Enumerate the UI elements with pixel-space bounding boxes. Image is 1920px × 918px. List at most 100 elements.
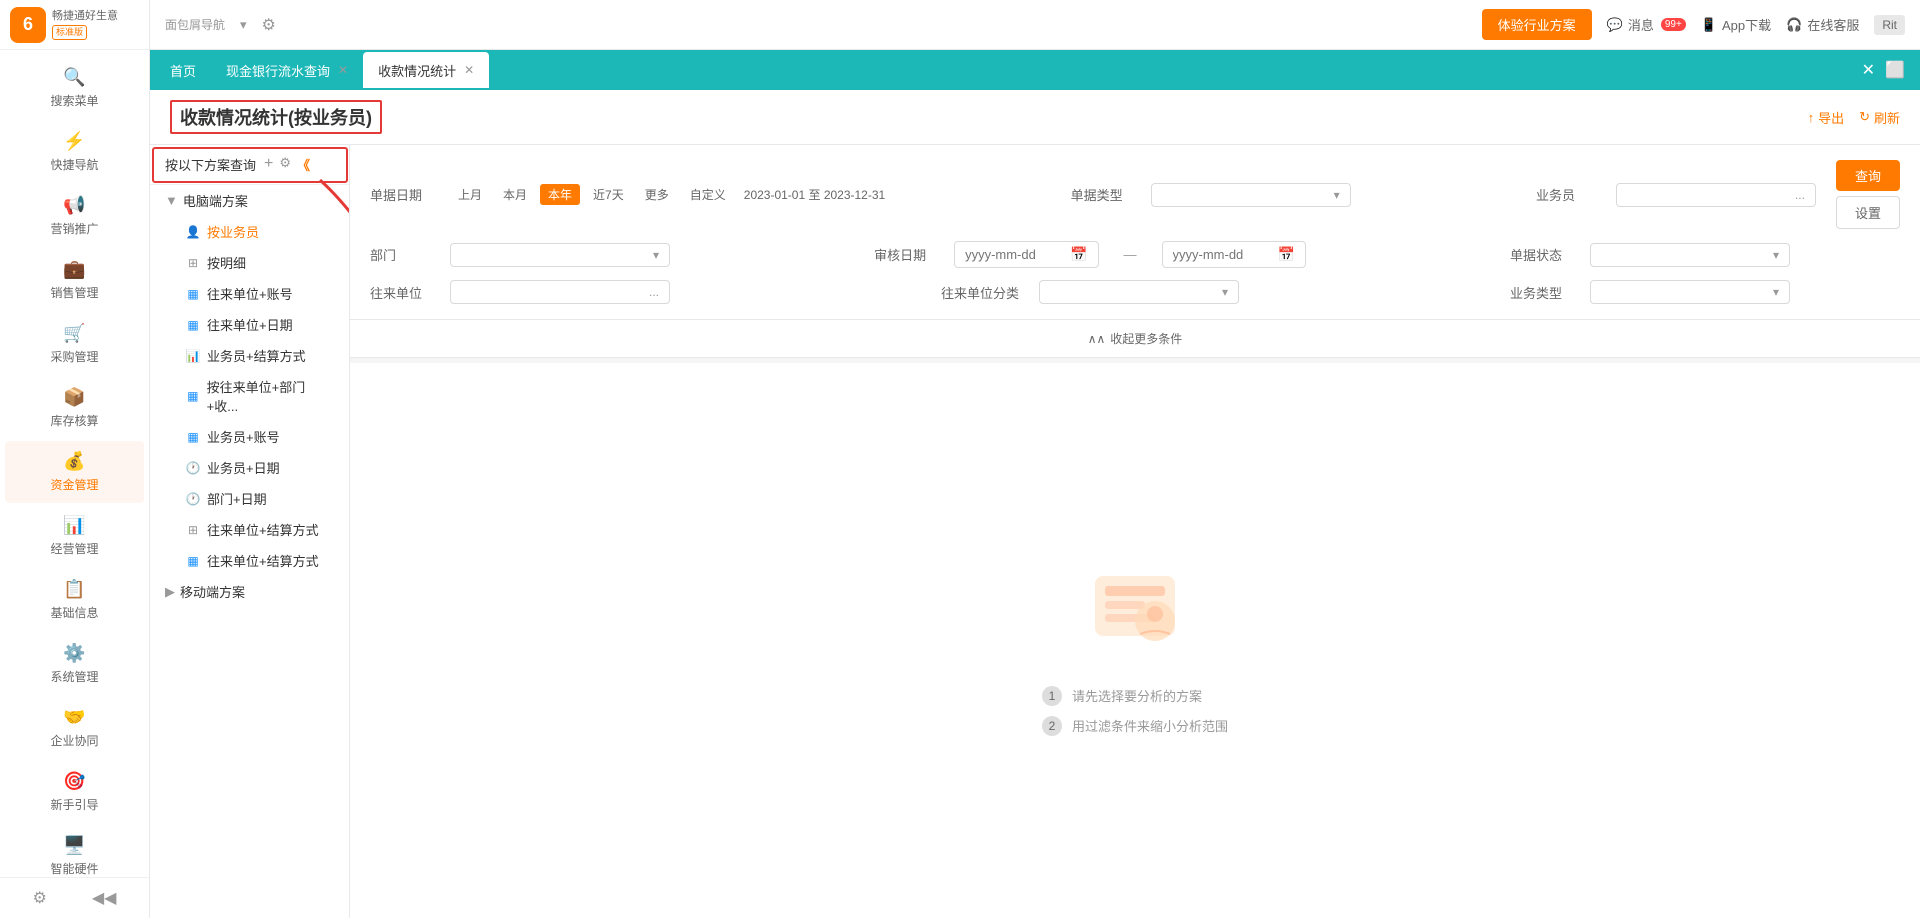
tree-pc-toggle[interactable]: ▼ 电脑端方案 [150,185,349,216]
clock-icon2: 🕐 [185,491,201,507]
salesperson-arrow: ... [1795,188,1805,202]
sidebar-item-label: 搜索菜单 [50,92,98,109]
sidebar-item-label: 系统管理 [50,668,98,685]
review-date-start-input[interactable] [965,247,1065,262]
tree-leaf-unit-settle1[interactable]: ⊞ 往来单位+结算方式 [160,514,349,545]
online-service-label: 在线客服 [1807,15,1859,34]
tab-receipt-stats[interactable]: 收款情况统计 ✕ [363,52,489,88]
tree-leaf-dept-date[interactable]: 🕐 部门+日期 [160,483,349,514]
system-icon: ⚙️ [63,643,85,664]
topbar-settings-icon[interactable]: ⚙ [262,15,276,35]
sidebar-item-sales[interactable]: 💼 销售管理 [5,249,144,311]
date-tab-7days[interactable]: 近7天 [585,184,632,205]
collapse-more-bar[interactable]: ∧∧ 收起更多条件 [350,320,1920,358]
counterparty-cat-select[interactable]: ▾ [1039,280,1239,304]
leaf-label: 按业务员 [207,222,259,241]
scheme-settings-btn[interactable]: ⚙ [279,155,291,174]
sidebar-item-system[interactable]: ⚙️ 系统管理 [5,633,144,695]
tab-bank-query[interactable]: 现金银行流水查询 ✕ [211,52,363,88]
logo-area: 6 畅捷通好生意 标准版 [0,0,149,50]
tree-leaf-sales-account[interactable]: ▦ 业务员+账号 [160,421,349,452]
left-panel-header: 按以下方案查询 + ⚙ 《 [150,145,349,185]
query-buttons: 查询 设置 [1836,160,1900,229]
sidebar-item-inventory[interactable]: 📦 库存核算 [5,377,144,439]
counterparty-select[interactable]: ... [450,280,670,304]
tree-mobile-toggle[interactable]: ▶ 移动端方案 [150,576,349,607]
dept-select[interactable]: ▾ [450,243,670,267]
footer-collapse-btn[interactable]: ◀◀ [92,888,117,908]
sidebar-item-finance[interactable]: 💰 资金管理 [5,441,144,503]
counterparty-more-btn[interactable]: ... [649,285,659,299]
refresh-icon: ↻ [1859,109,1870,125]
salesperson-label: 业务员 [1536,185,1596,204]
tree-leaf-detail[interactable]: ⊞ 按明细 [160,247,349,278]
counterparty-cat-arrow: ▾ [1222,285,1228,299]
purchase-icon: 🛒 [63,323,85,344]
tree-pc-section: ▼ 电脑端方案 👤 按业务员 ⊞ 按明细 [150,185,349,576]
tab-bank-close[interactable]: ✕ [338,63,348,77]
sidebar-item-collab[interactable]: 🤝 企业协同 [5,697,144,759]
tree-leaf-unit-date[interactable]: ▦ 往来单位+日期 [160,309,349,340]
page-header: 收款情况统计(按业务员) ↑ 导出 ↻ 刷新 [150,90,1920,145]
online-service-item[interactable]: 🎧 在线客服 [1786,15,1859,34]
empty-steps: 1 请先选择要分析的方案 2 用过滤条件来缩小分析范围 [1042,686,1228,736]
review-date-end[interactable]: 📅 [1162,241,1306,268]
sidebar-item-search[interactable]: 🔍 搜索菜单 [5,57,144,119]
user-avatar[interactable]: Rit [1874,15,1905,35]
tree-toggle-mobile-icon: ▶ [165,584,175,600]
maximize-btn[interactable]: ⬜ [1885,60,1905,80]
date-tab-more[interactable]: 更多 [637,184,677,205]
footer-settings-btn[interactable]: ⚙ [33,888,47,908]
refresh-button[interactable]: ↻ 刷新 [1859,108,1900,127]
close-window-btn[interactable]: ✕ [1862,60,1875,80]
sidebar-item-operation[interactable]: 📊 经营管理 [5,505,144,567]
biz-type-select[interactable]: ▾ [1590,280,1790,304]
empty-step-2: 2 用过滤条件来缩小分析范围 [1042,716,1228,736]
tree-leaf-by-salesperson[interactable]: 👤 按业务员 [160,216,349,247]
sidebar-item-purchase[interactable]: 🛒 采购管理 [5,313,144,375]
review-date-start[interactable]: 📅 [954,241,1098,268]
tab-receipt-close[interactable]: ✕ [464,63,474,77]
sidebar-item-label: 快捷导航 [50,156,98,173]
tree-leaf-sales-settle[interactable]: 📊 业务员+结算方式 [160,340,349,371]
sidebar-item-marketing[interactable]: 📢 营销推广 [5,185,144,247]
step-num-2: 2 [1042,716,1062,736]
tab-home[interactable]: 首页 [155,52,211,88]
notification-item[interactable]: 💬 消息 99+ [1607,15,1686,34]
inventory-icon: 📦 [63,387,85,408]
settings-button[interactable]: 设置 [1836,196,1900,229]
panel-collapse-btn[interactable]: 《 [297,155,310,174]
leaf-label: 往来单位+结算方式 [207,551,319,570]
tree-leaf-sales-date[interactable]: 🕐 业务员+日期 [160,452,349,483]
export-button[interactable]: ↑ 导出 [1808,108,1845,127]
date-tab-this-year[interactable]: 本年 [540,184,580,205]
doc-type-select[interactable]: ▾ [1151,183,1351,207]
sidebar-item-quicknav[interactable]: ⚡ 快捷导航 [5,121,144,183]
dept-arrow: ▾ [653,248,659,262]
finance-icon: 💰 [63,451,85,472]
date-tabs: 上月 本月 本年 近7天 更多 自定义 2023-01-01 至 2023-12… [450,184,885,205]
date-tab-this-month[interactable]: 本月 [495,184,535,205]
review-date-label: 审核日期 [874,245,934,264]
salesperson-select[interactable]: ... [1616,183,1816,207]
tree-leaf-unit-account[interactable]: ▦ 往来单位+账号 [160,278,349,309]
tab-window-buttons: ✕ ⬜ [1862,60,1915,80]
sidebar-item-newuser[interactable]: 🎯 新手引导 [5,761,144,823]
tree-leaf-unit-settle2[interactable]: ▦ 往来单位+结算方式 [160,545,349,576]
topbar-dropdown-icon[interactable]: ▾ [240,17,247,33]
add-scheme-btn[interactable]: + [264,155,273,174]
tree-leaf-unit-dept-collect[interactable]: ▦ 按往来单位+部门+收... [160,371,349,421]
review-date-end-input[interactable] [1173,247,1273,262]
sidebar-item-basic-info[interactable]: 📋 基础信息 [5,569,144,631]
sidebar-item-label: 新手引导 [50,796,98,813]
tree-toggle-icon: ▼ [165,193,178,208]
query-button[interactable]: 查询 [1836,160,1900,191]
doc-status-select[interactable]: ▾ [1590,243,1790,267]
trial-button[interactable]: 体验行业方案 [1482,9,1592,40]
app-download-item[interactable]: 📱 App下载 [1701,15,1771,34]
date-tab-custom[interactable]: 自定义 [682,184,734,205]
logo-icon: 6 [10,7,46,43]
date-tab-last-month[interactable]: 上月 [450,184,490,205]
sidebar-item-hardware[interactable]: 🖥️ 智能硬件 [5,825,144,877]
leaf-label: 业务员+账号 [207,427,280,446]
